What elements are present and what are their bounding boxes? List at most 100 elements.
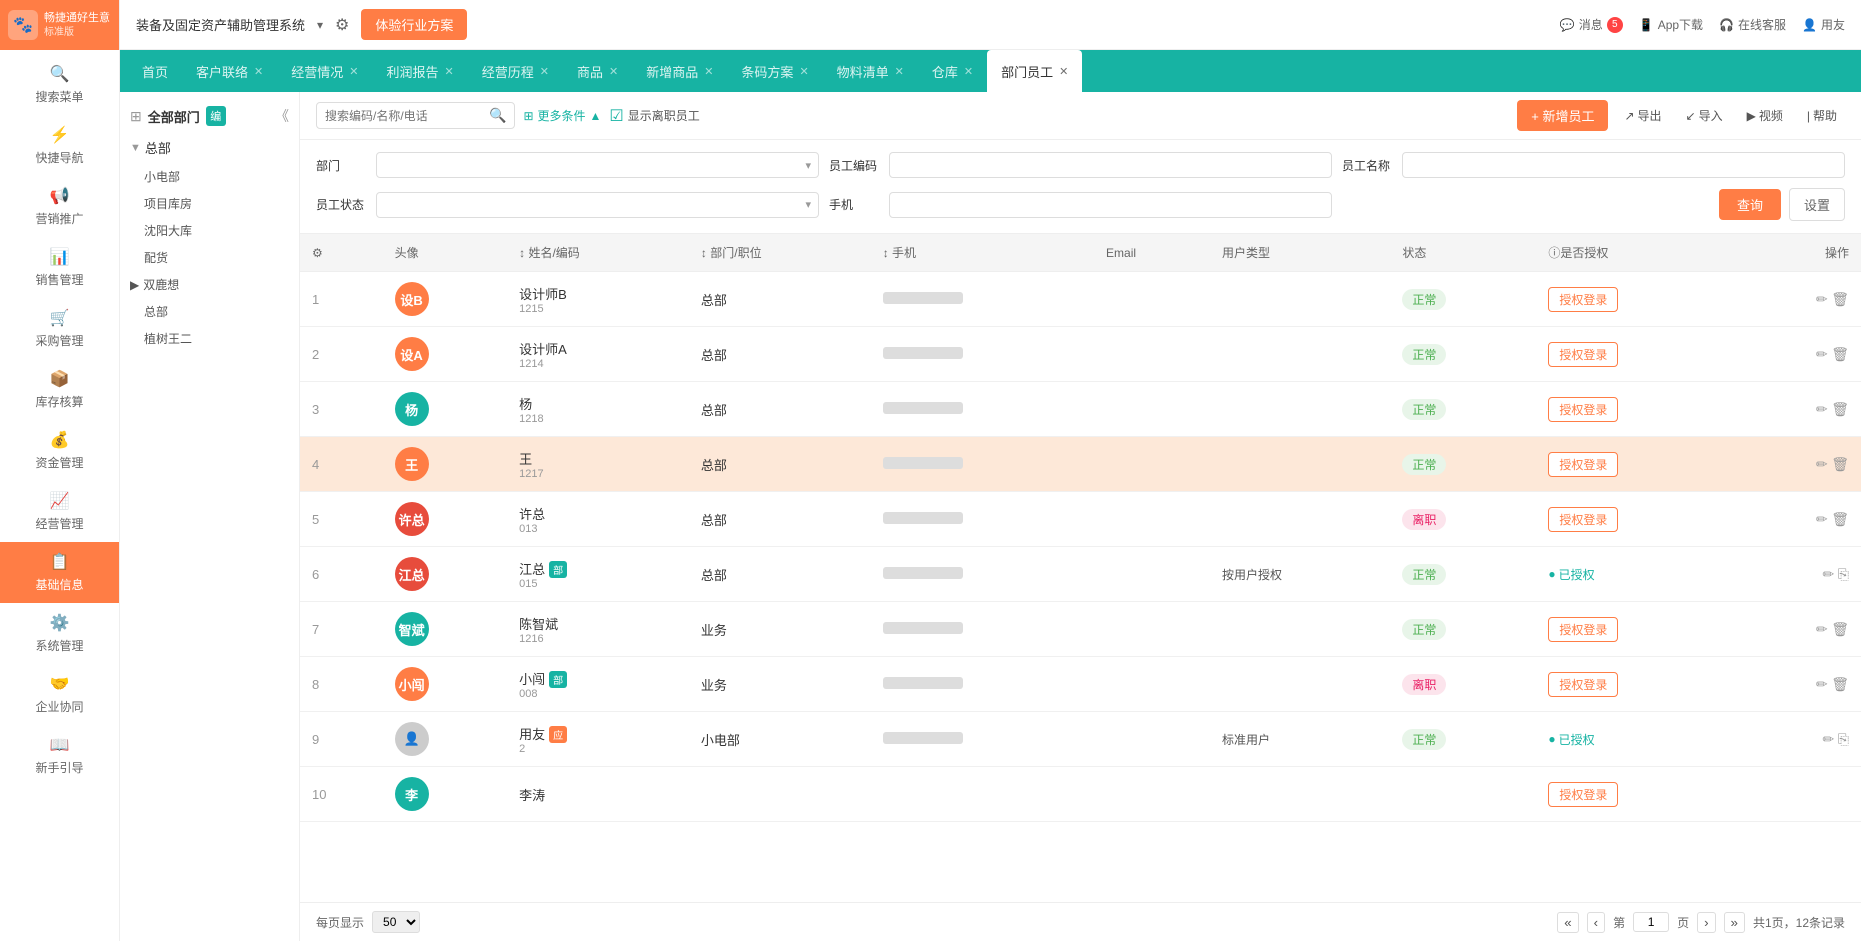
edit-icon[interactable]: ✏: [1816, 676, 1828, 692]
auth-login-button[interactable]: 授权登录: [1548, 397, 1618, 422]
dept-edit-icon[interactable]: 编: [206, 106, 226, 126]
tab-close-customer[interactable]: ✕: [254, 65, 263, 78]
tab-close-operation[interactable]: ✕: [349, 65, 358, 78]
copy-icon[interactable]: ⎘: [1838, 566, 1849, 582]
page-input[interactable]: [1633, 912, 1669, 932]
tab-close-add-goods[interactable]: ✕: [704, 65, 713, 78]
dept-expand-shuanglu[interactable]: ▶ 双鹿想: [120, 271, 299, 298]
col-phone[interactable]: ↕ 手机: [871, 234, 1094, 272]
edit-icon[interactable]: ✏: [1816, 511, 1828, 527]
tab-warehouse[interactable]: 仓库✕: [918, 50, 987, 92]
col-dept[interactable]: ↕ 部门/职位: [689, 234, 871, 272]
sidebar-item-shortcut[interactable]: ⚡ 快捷导航: [0, 115, 119, 176]
sidebar-item-search[interactable]: 🔍 搜索菜单: [0, 54, 119, 115]
col-settings[interactable]: ⚙: [300, 234, 383, 272]
title-dropdown[interactable]: ▾: [317, 18, 323, 32]
edit-icon[interactable]: ✏: [1822, 731, 1834, 747]
delete-icon[interactable]: 🗑: [1831, 291, 1849, 307]
status-select[interactable]: [376, 192, 819, 218]
tab-profit[interactable]: 利润报告✕: [372, 50, 467, 92]
sidebar-item-system[interactable]: ⚙️ 系统管理: [0, 603, 119, 664]
first-page-button[interactable]: «: [1557, 912, 1578, 933]
tab-close-goods[interactable]: ✕: [609, 65, 618, 78]
last-page-button[interactable]: »: [1724, 912, 1745, 933]
tab-home[interactable]: 首页: [128, 50, 182, 92]
tab-close-history[interactable]: ✕: [540, 65, 549, 78]
show-resigned-toggle[interactable]: ☑ 显示离职员工: [609, 106, 699, 126]
dept-child-project[interactable]: 项目库房: [120, 190, 299, 217]
import-button[interactable]: ↙ 导入: [1678, 103, 1731, 128]
edit-icon[interactable]: ✏: [1822, 566, 1834, 582]
delete-icon[interactable]: 🗑: [1831, 621, 1849, 637]
auth-login-button[interactable]: 授权登录: [1548, 782, 1618, 807]
per-page-select[interactable]: 50: [372, 911, 420, 933]
edit-icon[interactable]: ✏: [1816, 456, 1828, 472]
query-button[interactable]: 查询: [1719, 189, 1781, 220]
dept-child-zhishu[interactable]: 植树王二: [120, 325, 299, 352]
online-support-button[interactable]: 🎧 在线客服: [1719, 16, 1786, 33]
copy-icon[interactable]: ⎘: [1838, 731, 1849, 747]
collapse-icon[interactable]: 《: [275, 106, 289, 126]
reset-button[interactable]: 设置: [1789, 188, 1845, 221]
sidebar-item-marketing[interactable]: 📢 营销推广: [0, 176, 119, 237]
edit-icon[interactable]: ✏: [1816, 621, 1828, 637]
delete-icon[interactable]: 🗑: [1831, 346, 1849, 362]
tab-goods[interactable]: 商品✕: [563, 50, 632, 92]
dept-child-head[interactable]: 总部: [120, 298, 299, 325]
delete-icon[interactable]: 🗑: [1831, 511, 1849, 527]
delete-icon[interactable]: 🗑: [1831, 456, 1849, 472]
help-button[interactable]: | 帮助: [1799, 103, 1845, 128]
emp-name-input[interactable]: [1402, 152, 1845, 178]
tab-close-profit[interactable]: ✕: [445, 65, 454, 78]
dept-child-shenyang[interactable]: 沈阳大库: [120, 217, 299, 244]
auth-login-button[interactable]: 授权登录: [1548, 617, 1618, 642]
video-button[interactable]: ▶ 视频: [1739, 103, 1791, 128]
auth-login-button[interactable]: 授权登录: [1548, 452, 1618, 477]
tab-department[interactable]: 部门员工✕: [987, 50, 1082, 92]
dept-parent-head[interactable]: ▼ 总部: [120, 132, 299, 163]
dept-child-distribution[interactable]: 配货: [120, 244, 299, 271]
sidebar-item-purchase[interactable]: 🛒 采购管理: [0, 298, 119, 359]
sidebar-item-basic[interactable]: 📋 基础信息: [0, 542, 119, 603]
sidebar-item-sales[interactable]: 📊 销售管理: [0, 237, 119, 298]
tab-barcode[interactable]: 条码方案✕: [727, 50, 822, 92]
phone-filter-input[interactable]: [889, 192, 1332, 218]
emp-code-input[interactable]: [889, 152, 1332, 178]
tab-add-goods[interactable]: 新增商品✕: [632, 50, 727, 92]
sidebar-item-inventory[interactable]: 📦 库存核算: [0, 359, 119, 420]
edit-icon[interactable]: ✏: [1816, 401, 1828, 417]
tab-close-warehouse[interactable]: ✕: [964, 65, 973, 78]
tab-close-department[interactable]: ✕: [1059, 65, 1068, 78]
sidebar-item-collab[interactable]: 🤝 企业协同: [0, 664, 119, 725]
sidebar-item-operation[interactable]: 📈 经营管理: [0, 481, 119, 542]
settings-icon[interactable]: ⚙: [335, 15, 349, 35]
plan-button[interactable]: 体验行业方案: [361, 9, 467, 40]
auth-login-button[interactable]: 授权登录: [1548, 287, 1618, 312]
dept-child-xdpt[interactable]: 小电部: [120, 163, 299, 190]
tab-bom[interactable]: 物料清单✕: [823, 50, 918, 92]
user-menu[interactable]: 👤 用友: [1802, 16, 1845, 33]
tab-operation[interactable]: 经营情况✕: [277, 50, 372, 92]
prev-page-button[interactable]: ‹: [1587, 912, 1605, 933]
sidebar-item-guide[interactable]: 📖 新手引导: [0, 725, 119, 786]
auth-login-button[interactable]: 授权登录: [1548, 342, 1618, 367]
tab-history[interactable]: 经营历程✕: [468, 50, 563, 92]
tab-close-barcode[interactable]: ✕: [799, 65, 808, 78]
dept-select[interactable]: [376, 152, 819, 178]
edit-icon[interactable]: ✏: [1816, 291, 1828, 307]
export-button[interactable]: ↗ 导出: [1616, 103, 1669, 128]
edit-icon[interactable]: ✏: [1816, 346, 1828, 362]
delete-icon[interactable]: 🗑: [1831, 676, 1849, 692]
delete-icon[interactable]: 🗑: [1831, 401, 1849, 417]
tab-close-bom[interactable]: ✕: [895, 65, 904, 78]
sidebar-item-finance[interactable]: 💰 资金管理: [0, 420, 119, 481]
tab-customer[interactable]: 客户联络✕: [182, 50, 277, 92]
auth-login-button[interactable]: 授权登录: [1548, 507, 1618, 532]
app-download-button[interactable]: 📱 App下载: [1639, 16, 1703, 33]
auth-login-button[interactable]: 授权登录: [1548, 672, 1618, 697]
message-button[interactable]: 💬 消息 5: [1560, 16, 1623, 33]
search-input[interactable]: [325, 109, 485, 123]
col-name[interactable]: ↕ 姓名/编码: [507, 234, 689, 272]
next-page-button[interactable]: ›: [1697, 912, 1715, 933]
more-filter-button[interactable]: ⊞ 更多条件 ▲: [523, 107, 601, 124]
